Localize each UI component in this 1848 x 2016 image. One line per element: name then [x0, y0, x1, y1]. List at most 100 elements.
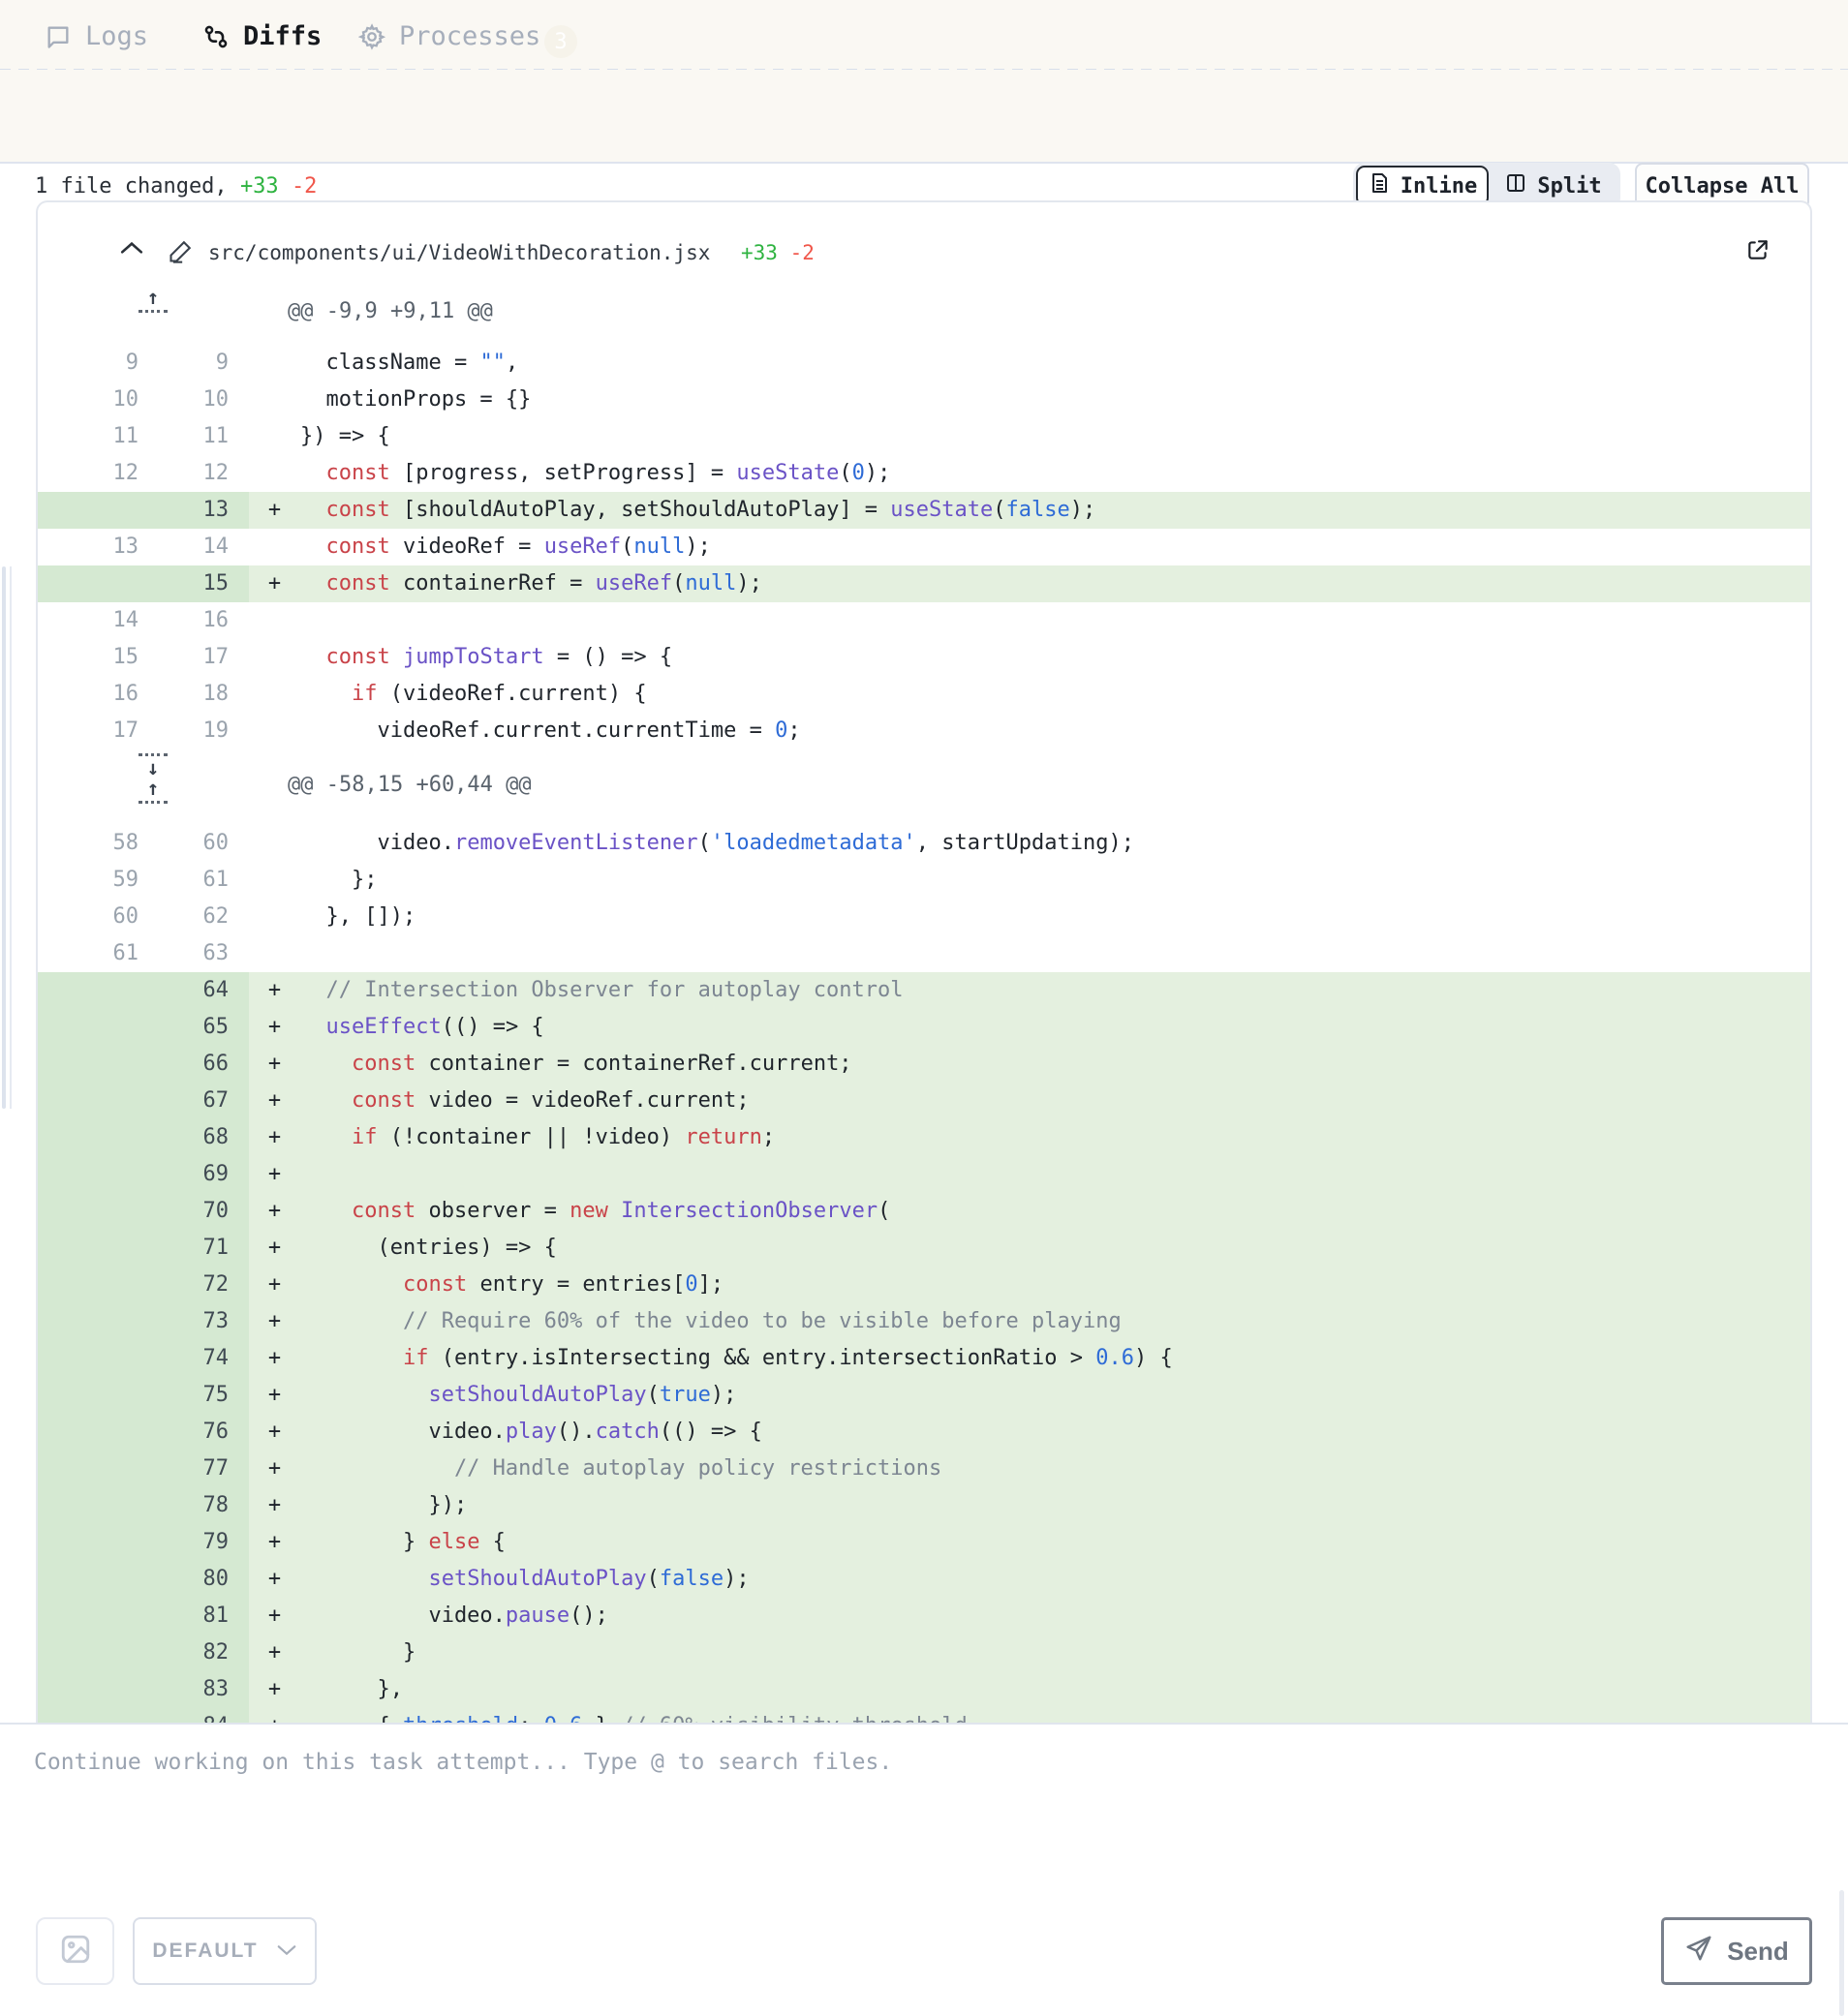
- diff-line-row: 15 + const containerRef = useRef(null);: [38, 565, 1810, 602]
- image-icon: [59, 1933, 92, 1970]
- line-number-new: 84: [152, 1708, 249, 1723]
- diff-line-row: 69 +: [38, 1156, 1810, 1193]
- line-number-old: [38, 1487, 152, 1524]
- diff-line-row: 17 19 videoRef.current.currentTime = 0;: [38, 713, 1810, 749]
- code-line: });: [300, 1493, 468, 1517]
- line-number-new: 66: [152, 1046, 249, 1083]
- expand-hunk-down-button[interactable]: ↓: [139, 751, 168, 779]
- diff-line-row: 76 + video.play().catch(() => {: [38, 1414, 1810, 1451]
- line-number-old: [38, 1340, 152, 1377]
- diff-marker: [249, 825, 300, 862]
- line-number-new: 16: [202, 608, 230, 632]
- line-number-new: 80: [152, 1561, 249, 1598]
- line-number-new: 77: [152, 1451, 249, 1487]
- diff-marker: +: [267, 1677, 282, 1701]
- line-number-new: 67: [152, 1083, 249, 1119]
- diff-line-row: 13 + const [shouldAutoPlay, setShouldAuto…: [38, 492, 1810, 529]
- diff-line-row: 73 + // Require 60% of the video to be vi…: [38, 1303, 1810, 1340]
- line-number-old: 14: [112, 608, 139, 632]
- split-pane-icon: [1504, 171, 1527, 200]
- diff-line-row: 12 12 const [progress, setProgress] = use…: [38, 455, 1810, 492]
- code-line: video.removeEventListener('loadedmetadat…: [300, 831, 1134, 855]
- line-number-new: 12: [202, 461, 230, 485]
- line-number-old: [38, 1561, 152, 1598]
- model-selector[interactable]: DEFAULT: [133, 1917, 317, 1985]
- line-number-old: 15: [112, 645, 139, 669]
- diff-line-row: 60 62 }, []);: [38, 899, 1810, 935]
- inline-label: Inline: [1400, 173, 1478, 199]
- code-line: // Require 60% of the video to be visibl…: [300, 1309, 1122, 1333]
- code-line: video.play().catch(() => {: [300, 1420, 762, 1444]
- line-number-old: [38, 1598, 152, 1634]
- line-number-new: 73: [152, 1303, 249, 1340]
- line-number-old: [38, 1524, 152, 1561]
- diff-line-row: 61 63: [38, 935, 1810, 972]
- diff-line-row: 16 18 if (videoRef.current) {: [38, 676, 1810, 713]
- diff-line-row: 11 11}) => {: [38, 418, 1810, 455]
- message-composer: Continue working on this task attempt...…: [0, 1723, 1848, 2016]
- collapse-file-chevron-icon[interactable]: [119, 239, 144, 260]
- line-number-new: 78: [152, 1487, 249, 1524]
- diff-marker: +: [267, 1015, 282, 1039]
- open-external-icon[interactable]: [1745, 237, 1771, 266]
- diff-line-row: 83 + },: [38, 1671, 1810, 1708]
- right-scrollbar-thumb[interactable]: [1839, 1890, 1844, 2016]
- code-line: const containerRef = useRef(null);: [325, 571, 762, 596]
- left-scrollbar-thumb[interactable]: [2, 566, 6, 1109]
- tab-logs[interactable]: Logs: [45, 21, 148, 51]
- diff-marker: +: [267, 1162, 282, 1186]
- tab-processes[interactable]: Processes: [358, 21, 540, 51]
- line-number-old: 58: [112, 831, 139, 855]
- line-number-new: 69: [152, 1156, 249, 1193]
- diff-marker: +: [267, 1640, 282, 1665]
- diff-marker: [249, 602, 300, 639]
- composer-input[interactable]: Continue working on this task attempt...…: [34, 1750, 892, 1775]
- line-number-new: 17: [202, 645, 230, 669]
- line-number-old: 60: [112, 904, 139, 929]
- code-line: if (videoRef.current) {: [351, 682, 647, 706]
- diff-line-row: 70 + const observer = new IntersectionObs…: [38, 1193, 1810, 1230]
- diff-marker: +: [267, 1309, 282, 1333]
- line-number-new: 81: [152, 1598, 249, 1634]
- diff-line-row: 58 60 video.removeEventListener('loadedme…: [38, 825, 1810, 862]
- code-line: videoRef.current.currentTime = 0;: [300, 718, 801, 743]
- code-line: }, []);: [300, 904, 416, 929]
- expand-hunk-up-button[interactable]: ↑: [139, 779, 168, 806]
- line-number-new: 60: [202, 831, 230, 855]
- diff-body: ↑ @@ -9,9 +9,11 @@ 9 9 className = "", 10 10 …: [38, 284, 1810, 1723]
- left-scrollbar-track: [10, 566, 12, 1109]
- line-number-old: [38, 1634, 152, 1671]
- line-number-new: 64: [152, 972, 249, 1009]
- line-number-old: 16: [112, 682, 139, 706]
- code-line: // Intersection Observer for autoplay co…: [300, 978, 904, 1002]
- diff-line-row: 65 + useEffect(() => {: [38, 1009, 1810, 1046]
- file-additions: +33: [741, 241, 778, 264]
- line-number-old: [38, 1156, 152, 1193]
- diff-marker: [249, 899, 300, 935]
- logs-icon: [45, 23, 72, 50]
- diff-line-row: 64 + // Intersection Observer for autopla…: [38, 972, 1810, 1009]
- hunk-range-label: @@ -9,9 +9,11 @@: [288, 299, 493, 323]
- line-number-old: [38, 565, 152, 602]
- line-number-new: 18: [202, 682, 230, 706]
- diff-line-row: 13 14 const videoRef = useRef(null);: [38, 529, 1810, 565]
- line-number-new: 13: [152, 492, 249, 529]
- diff-marker: +: [267, 1420, 282, 1444]
- tab-diffs[interactable]: Diffs: [202, 21, 322, 51]
- diff-marker: +: [267, 1346, 282, 1370]
- line-number-new: 14: [202, 535, 230, 559]
- code-line: const [progress, setProgress] = useState…: [325, 461, 891, 485]
- code-line: { threshold: 0.6 } // 60% visibility thr…: [300, 1708, 1810, 1723]
- hunk-range-label: @@ -58,15 +60,44 @@: [288, 773, 532, 797]
- line-number-new: 9: [215, 351, 229, 375]
- line-number-new: 74: [152, 1340, 249, 1377]
- attach-image-button[interactable]: [36, 1917, 114, 1985]
- diff-marker: +: [267, 1493, 282, 1517]
- line-number-old: [38, 1193, 152, 1230]
- file-deletions: -2: [789, 241, 815, 264]
- expand-hunk-up-button[interactable]: ↑: [139, 288, 168, 315]
- send-button[interactable]: Send: [1661, 1917, 1812, 1985]
- code-line: } else {: [300, 1530, 506, 1554]
- diff-marker: +: [267, 1236, 282, 1260]
